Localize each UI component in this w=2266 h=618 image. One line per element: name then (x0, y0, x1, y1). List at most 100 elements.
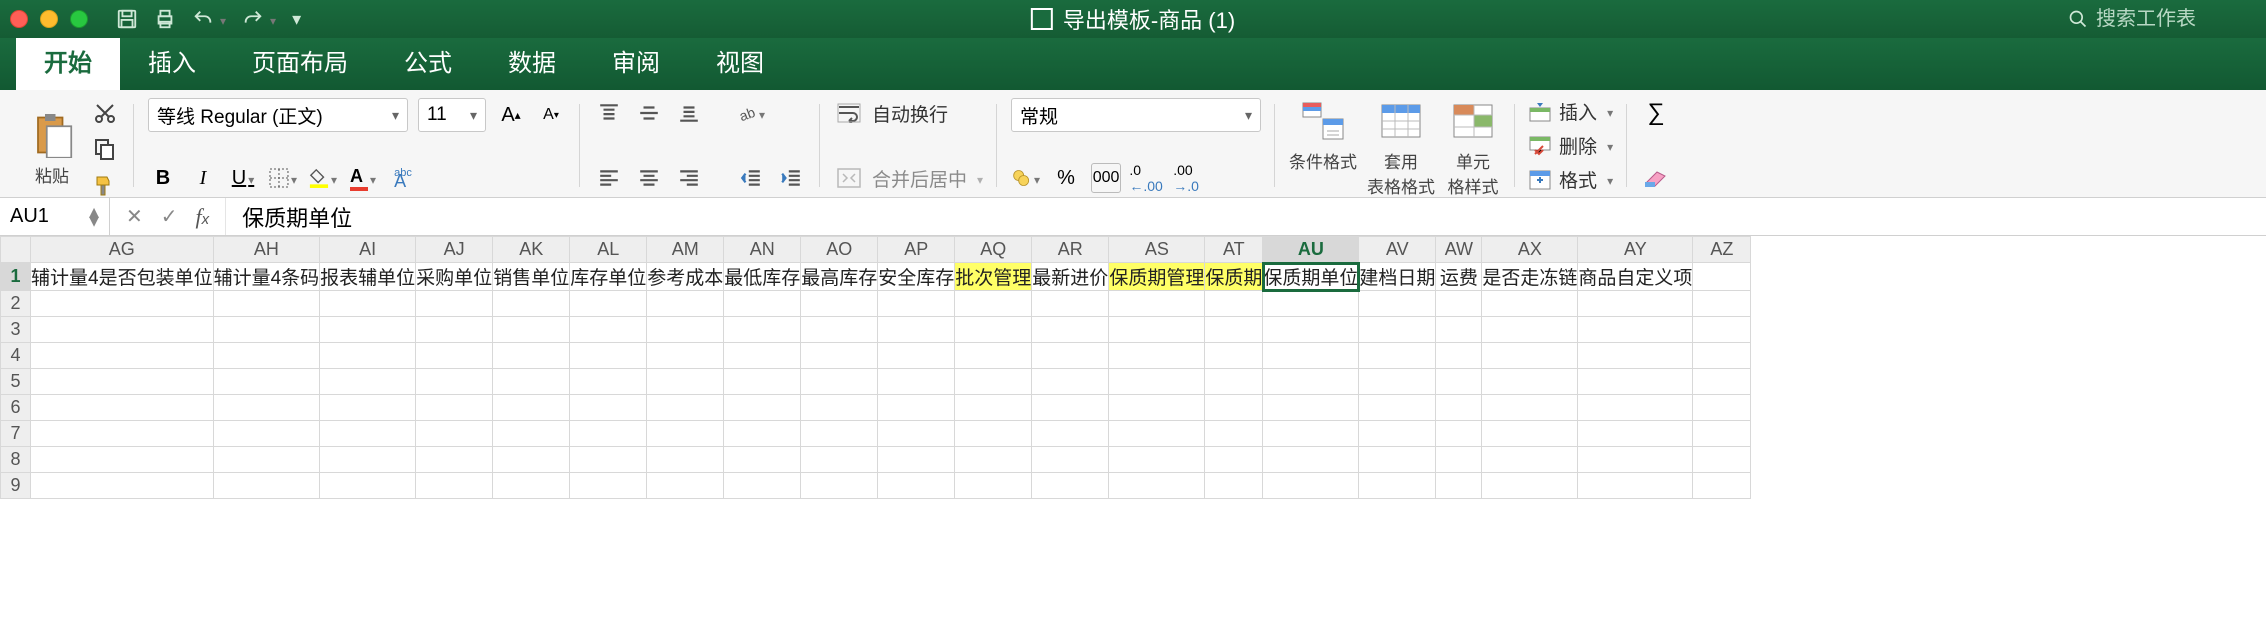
cell-AY6[interactable] (1578, 395, 1693, 421)
cell-AZ9[interactable] (1693, 473, 1751, 499)
cell-AQ8[interactable] (955, 447, 1032, 473)
cell-AQ9[interactable] (955, 473, 1032, 499)
minimize-window-button[interactable] (40, 10, 58, 28)
row-header-1[interactable]: 1 (1, 263, 31, 291)
cell-AQ6[interactable] (955, 395, 1032, 421)
insert-cells-button[interactable]: 插入 (1559, 98, 1597, 125)
number-format-select[interactable]: 常规 (1011, 98, 1261, 132)
search-input[interactable] (2096, 8, 2256, 31)
cell-AO2[interactable] (801, 291, 878, 317)
column-header-AN[interactable]: AN (724, 237, 801, 263)
align-right-button[interactable] (674, 163, 704, 193)
cell-AI9[interactable] (320, 473, 416, 499)
cell-AH8[interactable] (213, 447, 320, 473)
decrease-font-button[interactable]: A▾ (536, 100, 566, 130)
cell-AI8[interactable] (320, 447, 416, 473)
cell-AY5[interactable] (1578, 369, 1693, 395)
column-header-AH[interactable]: AH (213, 237, 320, 263)
font-size-select[interactable]: 11 (418, 98, 486, 132)
cell-AK5[interactable] (493, 369, 570, 395)
cell-AG1[interactable]: 辅计量4是否包装单位 (31, 263, 214, 291)
cell-AY8[interactable] (1578, 447, 1693, 473)
cell-AX9[interactable] (1482, 473, 1578, 499)
cell-AT7[interactable] (1205, 421, 1263, 447)
cell-AK7[interactable] (493, 421, 570, 447)
increase-indent-button[interactable] (776, 163, 806, 193)
cell-AI7[interactable] (320, 421, 416, 447)
cell-AK3[interactable] (493, 317, 570, 343)
cell-AZ6[interactable] (1693, 395, 1751, 421)
column-header-AI[interactable]: AI (320, 237, 416, 263)
cell-AG5[interactable] (31, 369, 214, 395)
cell-AQ7[interactable] (955, 421, 1032, 447)
cell-AH3[interactable] (213, 317, 320, 343)
conditional-format-button[interactable]: 条件格式 (1289, 98, 1357, 173)
cell-AP3[interactable] (878, 317, 955, 343)
tab-审阅[interactable]: 审阅 (584, 33, 688, 90)
cell-AM4[interactable] (647, 343, 724, 369)
increase-decimal-button[interactable]: .0←.00 (1131, 163, 1161, 193)
cell-AL1[interactable]: 库存单位 (570, 263, 647, 291)
cell-AU8[interactable] (1263, 447, 1359, 473)
column-header-AM[interactable]: AM (647, 237, 724, 263)
cell-AK1[interactable]: 销售单位 (493, 263, 570, 291)
cell-AJ1[interactable]: 采购单位 (416, 263, 493, 291)
cell-AZ2[interactable] (1693, 291, 1751, 317)
cell-AT4[interactable] (1205, 343, 1263, 369)
cell-AW7[interactable] (1436, 421, 1482, 447)
cell-AW8[interactable] (1436, 447, 1482, 473)
font-name-select[interactable]: 等线 Regular (正文) (148, 98, 408, 132)
cell-AL8[interactable] (570, 447, 647, 473)
column-header-AU[interactable]: AU (1263, 237, 1359, 263)
cell-AU9[interactable] (1263, 473, 1359, 499)
column-header-AO[interactable]: AO (801, 237, 878, 263)
cell-AJ2[interactable] (416, 291, 493, 317)
cell-AG6[interactable] (31, 395, 214, 421)
zoom-window-button[interactable] (70, 10, 88, 28)
cell-AQ1[interactable]: 批次管理 (955, 263, 1032, 291)
cell-AO3[interactable] (801, 317, 878, 343)
cell-AT9[interactable] (1205, 473, 1263, 499)
column-header-AJ[interactable]: AJ (416, 237, 493, 263)
italic-button[interactable]: I (188, 163, 218, 193)
cell-AJ6[interactable] (416, 395, 493, 421)
row-header-9[interactable]: 9 (1, 473, 31, 499)
cell-AW5[interactable] (1436, 369, 1482, 395)
column-header-AW[interactable]: AW (1436, 237, 1482, 263)
cell-AI4[interactable] (320, 343, 416, 369)
cell-AS1[interactable]: 保质期管理 (1109, 263, 1205, 291)
cell-AG9[interactable] (31, 473, 214, 499)
row-header-4[interactable]: 4 (1, 343, 31, 369)
tab-页面布局[interactable]: 页面布局 (224, 33, 376, 90)
column-header-AZ[interactable]: AZ (1693, 237, 1751, 263)
cell-AS3[interactable] (1109, 317, 1205, 343)
font-color-button[interactable]: A (348, 163, 378, 193)
phonetic-guide-button[interactable]: abcA (388, 163, 418, 193)
cell-AS9[interactable] (1109, 473, 1205, 499)
cell-AV8[interactable] (1359, 447, 1436, 473)
cell-AY1[interactable]: 商品自定义项 (1578, 263, 1693, 291)
cell-AK4[interactable] (493, 343, 570, 369)
cell-AV4[interactable] (1359, 343, 1436, 369)
cell-AH6[interactable] (213, 395, 320, 421)
cell-AK6[interactable] (493, 395, 570, 421)
cell-AN6[interactable] (724, 395, 801, 421)
borders-button[interactable] (268, 163, 298, 193)
cell-AL4[interactable] (570, 343, 647, 369)
cell-AK9[interactable] (493, 473, 570, 499)
cell-AI2[interactable] (320, 291, 416, 317)
cell-AU6[interactable] (1263, 395, 1359, 421)
cell-AP4[interactable] (878, 343, 955, 369)
cell-AU2[interactable] (1263, 291, 1359, 317)
cut-button[interactable] (90, 98, 120, 128)
align-top-button[interactable] (594, 98, 624, 128)
cell-AH4[interactable] (213, 343, 320, 369)
format-painter-button[interactable] (90, 170, 120, 200)
cell-AV5[interactable] (1359, 369, 1436, 395)
cell-AP7[interactable] (878, 421, 955, 447)
undo-button[interactable] (192, 8, 226, 30)
cell-AL3[interactable] (570, 317, 647, 343)
cell-AX5[interactable] (1482, 369, 1578, 395)
cell-AR7[interactable] (1032, 421, 1109, 447)
column-header-AT[interactable]: AT (1205, 237, 1263, 263)
